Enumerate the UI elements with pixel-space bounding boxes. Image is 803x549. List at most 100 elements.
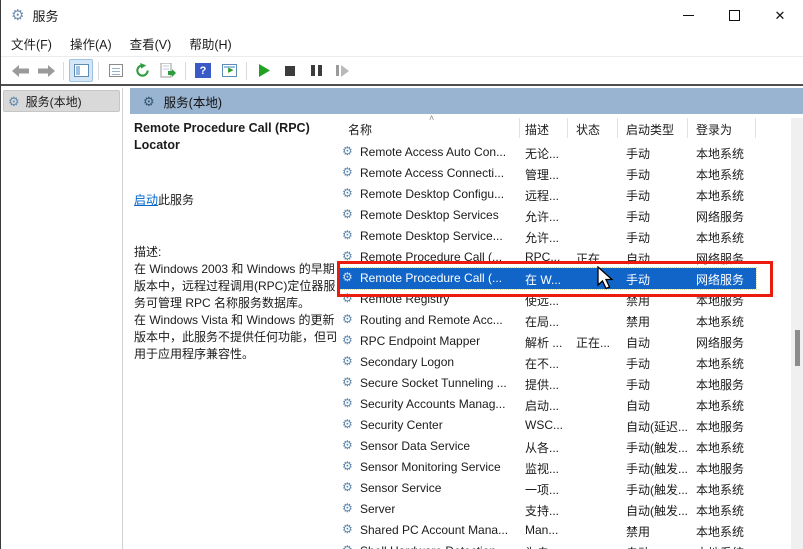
scrollbar-thumb[interactable]	[795, 330, 800, 366]
service-row[interactable]: ⚙ Remote Desktop Services 允许... 手动 网络服务	[338, 205, 756, 226]
export-list-button[interactable]	[156, 59, 180, 82]
service-startup: 禁用	[626, 523, 650, 540]
service-desc: 允许...	[525, 208, 559, 225]
service-startup: 手动	[626, 166, 650, 183]
column-divider[interactable]	[567, 118, 568, 138]
service-startup: 自动	[626, 334, 650, 351]
service-row[interactable]: ⚙ Sensor Data Service 从各... 手动(触发... 本地系…	[338, 436, 756, 457]
show-extended-view-button[interactable]: ▶	[217, 59, 241, 82]
window-controls: ✕	[665, 0, 803, 30]
vertical-scrollbar[interactable]	[791, 118, 803, 549]
selected-service-title: Remote Procedure Call (RPC) Locator	[134, 120, 346, 154]
service-row[interactable]: ⚙ Sensor Service 一项... 手动(触发... 本地系统	[338, 478, 756, 499]
service-row[interactable]: ⚙ Remote Desktop Configu... 远程... 手动 本地系…	[338, 184, 756, 205]
help-button[interactable]: ?	[191, 59, 215, 82]
column-header-startup[interactable]: 启动类型	[626, 121, 674, 138]
close-button[interactable]: ✕	[757, 0, 803, 30]
service-logon: 本地系统	[696, 313, 744, 330]
column-divider[interactable]	[617, 118, 618, 138]
toolbar-separator	[246, 62, 247, 80]
service-row[interactable]: ⚙ Remote Registry 使远... 禁用 本地服务	[338, 289, 756, 310]
tree-node-services-local[interactable]: ⚙ 服务(本地)	[3, 90, 120, 112]
service-row[interactable]: ⚙ Remote Procedure Call (... RPC... 正在..…	[338, 247, 756, 268]
service-gear-icon: ⚙	[342, 145, 353, 157]
service-startup: 禁用	[626, 313, 650, 330]
back-button[interactable]	[8, 59, 32, 82]
maximize-button[interactable]	[711, 0, 757, 30]
properties-button[interactable]	[104, 59, 128, 82]
service-gear-icon: ⚙	[342, 292, 353, 304]
service-name: Security Center	[360, 418, 443, 432]
service-logon: 本地系统	[696, 502, 744, 519]
stop-service-icon	[285, 66, 295, 76]
tree-node-label: 服务(本地)	[26, 93, 82, 110]
service-row[interactable]: ⚙ Security Center WSC... 自动(延迟... 本地服务	[338, 415, 756, 436]
refresh-button[interactable]	[130, 59, 154, 82]
service-row[interactable]: ⚙ RPC Endpoint Mapper 解析 ... 正在... 自动 网络…	[338, 331, 756, 352]
service-desc: 提供...	[525, 376, 559, 393]
service-gear-icon: ⚙	[342, 250, 353, 262]
forward-button[interactable]	[34, 59, 58, 82]
column-divider[interactable]	[687, 118, 688, 138]
service-name: RPC Endpoint Mapper	[360, 334, 480, 348]
help-icon: ?	[195, 63, 211, 78]
service-name: Remote Registry	[360, 292, 449, 306]
service-gear-icon: ⚙	[342, 208, 353, 220]
service-desc: 在不...	[525, 355, 559, 372]
service-desc: Man...	[525, 523, 558, 537]
column-divider[interactable]	[755, 118, 756, 138]
service-row[interactable]: ⚙ Remote Procedure Call (... 在 W... 手动 网…	[338, 268, 756, 289]
service-status: 正在...	[576, 334, 610, 351]
service-status: 正在...	[576, 250, 610, 267]
service-startup: 禁用	[626, 292, 650, 309]
menu-help[interactable]: 帮助(H)	[189, 34, 231, 53]
pause-service-button[interactable]	[304, 59, 328, 82]
menu-view[interactable]: 查看(V)	[130, 34, 172, 53]
start-service-button[interactable]	[252, 59, 276, 82]
service-gear-icon: ⚙	[342, 334, 353, 346]
service-row[interactable]: ⚙ Routing and Remote Acc... 在局... 禁用 本地系…	[338, 310, 756, 331]
service-row[interactable]: ⚙ Server 支持... 自动(触发... 本地系统	[338, 499, 756, 520]
extended-view-icon: ▶	[222, 64, 237, 77]
service-logon: 本地系统	[696, 229, 744, 246]
column-header-status[interactable]: 状态	[576, 121, 600, 138]
service-desc: 监视...	[525, 460, 559, 477]
service-row[interactable]: ⚙ Sensor Monitoring Service 监视... 手动(触发.…	[338, 457, 756, 478]
column-divider[interactable]	[519, 118, 520, 138]
service-desc: 在 W...	[525, 271, 561, 288]
service-row[interactable]: ⚙ Remote Access Auto Con... 无论... 手动 本地系…	[338, 142, 756, 163]
column-header-name[interactable]: 名称	[348, 121, 372, 138]
pane-header-band: ⚙ 服务(本地)	[130, 88, 803, 114]
column-header-logon[interactable]: 登录为	[696, 121, 732, 138]
toolbar: ? ▶	[1, 57, 803, 85]
service-row[interactable]: ⚙ Secure Socket Tunneling ... 提供... 手动 本…	[338, 373, 756, 394]
service-logon: 本地系统	[696, 145, 744, 162]
menu-action[interactable]: 操作(A)	[70, 34, 112, 53]
service-action-line: 启动此服务	[134, 191, 346, 208]
service-desc: 无论...	[525, 145, 559, 162]
restart-service-button[interactable]	[330, 59, 354, 82]
service-row[interactable]: ⚙ Secondary Logon 在不... 手动 本地系统	[338, 352, 756, 373]
service-row[interactable]: ⚙ Security Accounts Manag... 启动... 自动 本地…	[338, 394, 756, 415]
service-startup: 自动	[626, 250, 650, 267]
service-startup: 自动	[626, 397, 650, 414]
service-startup: 手动(触发...	[626, 460, 688, 477]
service-name: Server	[360, 502, 395, 516]
service-gear-icon: ⚙	[342, 460, 353, 472]
minimize-button[interactable]	[665, 0, 711, 30]
service-row[interactable]: ⚙ Shell Hardware Detection 为自... 自动 本地系统	[338, 541, 756, 549]
service-desc: 解析 ...	[525, 334, 562, 351]
service-gear-icon: ⚙	[342, 439, 353, 451]
service-row[interactable]: ⚙ Remote Access Connecti... 管理... 手动 本地系…	[338, 163, 756, 184]
start-service-link[interactable]: 启动	[134, 193, 158, 207]
service-gear-icon: ⚙	[342, 418, 353, 430]
forward-arrow-icon	[38, 65, 55, 77]
content-area: ⚙ 服务(本地) ⚙ 服务(本地) Remote Procedure Call …	[1, 84, 803, 549]
menu-file[interactable]: 文件(F)	[11, 34, 52, 53]
service-row[interactable]: ⚙ Shared PC Account Mana... Man... 禁用 本地…	[338, 520, 756, 541]
service-name: Shell Hardware Detection	[360, 544, 496, 549]
column-header-desc[interactable]: 描述	[525, 121, 549, 138]
stop-service-button[interactable]	[278, 59, 302, 82]
show-console-tree-button[interactable]	[69, 59, 93, 82]
service-row[interactable]: ⚙ Remote Desktop Service... 允许... 手动 本地系…	[338, 226, 756, 247]
